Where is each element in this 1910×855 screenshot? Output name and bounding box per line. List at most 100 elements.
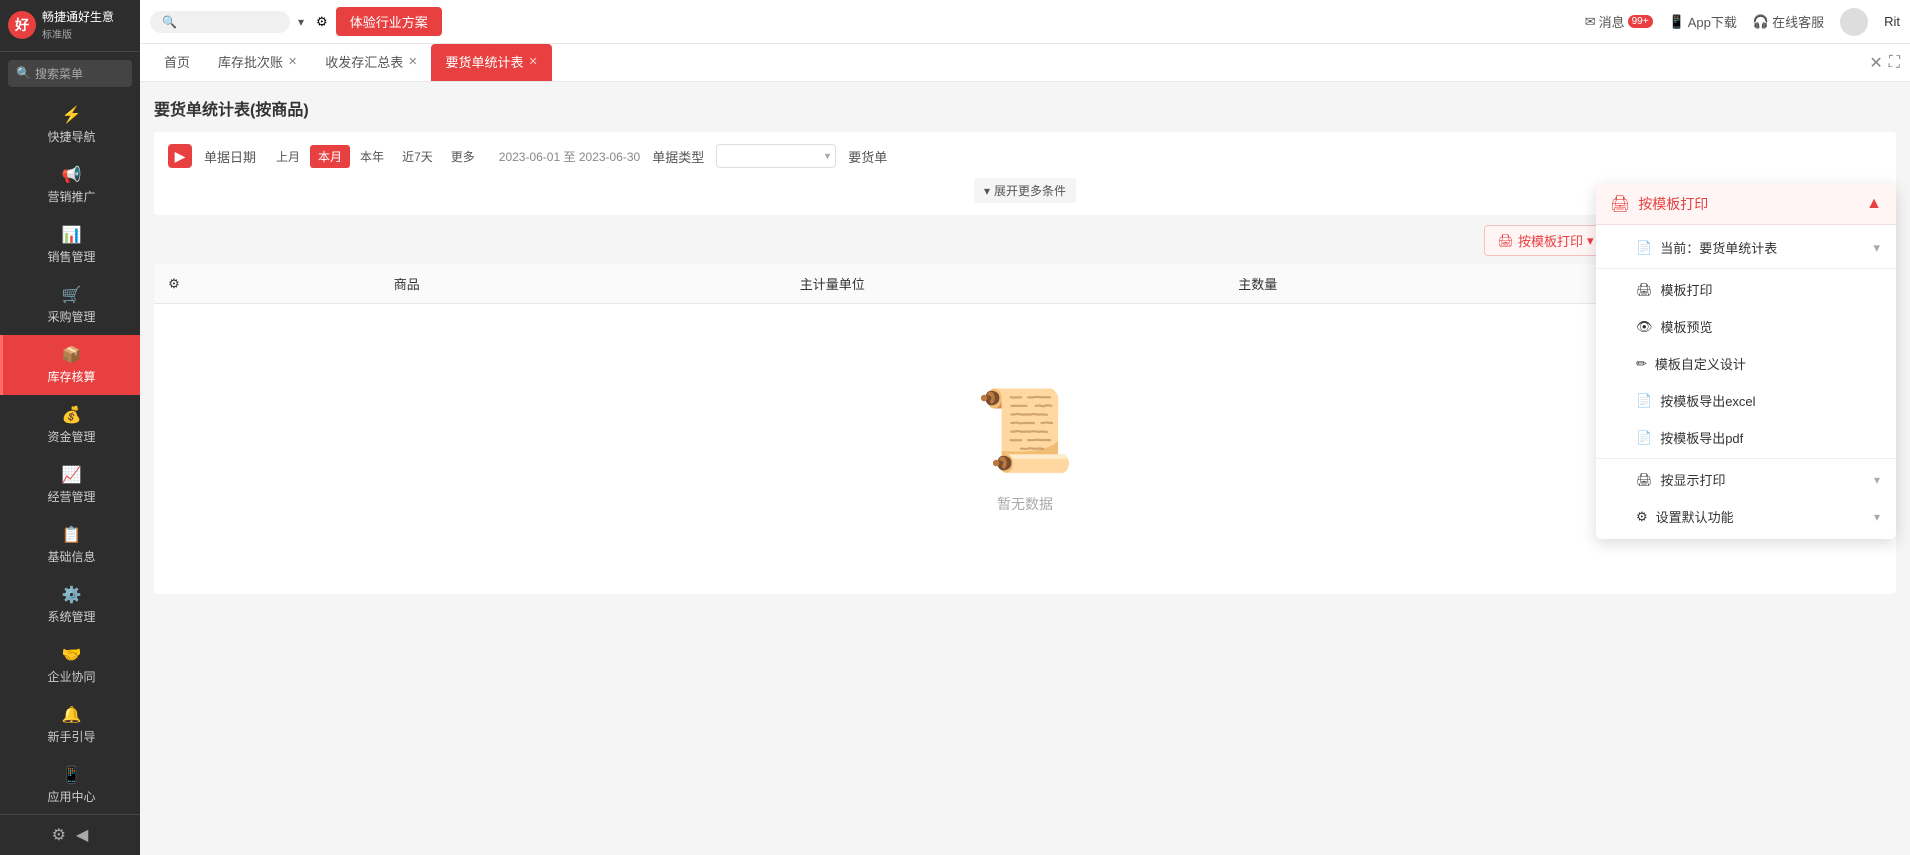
dropdown-item-left: 📄 按模板导出pdf [1636, 428, 1743, 447]
page-content: 要货单统计表(按商品) ▶ 单据日期 上月 本月 本年 近7天 更多 2023-… [140, 82, 1910, 855]
dropdown-item-left: 🖨 按显示打印 [1636, 470, 1726, 489]
messages-label: 消息 [1599, 12, 1625, 31]
sidebar-item-label: 资金管理 [47, 428, 95, 445]
export-excel-icon: 📄 [1636, 393, 1652, 409]
date-range-text: 2023-06-01 至 2023-06-30 [499, 148, 640, 165]
sidebar-item-cooperation[interactable]: 🤝 企业协同 [0, 635, 140, 695]
sidebar-item-new-guide[interactable]: 🔔 新手引导 [0, 695, 140, 755]
template-preview-icon: 👁 [1636, 319, 1653, 335]
avatar[interactable] [1840, 8, 1868, 36]
sidebar-item-marketing[interactable]: 📢 营销推广 [0, 155, 140, 215]
date-btn-more[interactable]: 更多 [443, 145, 483, 168]
trial-btn[interactable]: 体验行业方案 [336, 7, 442, 36]
current-template-label: 当前：要货单统计表 [1660, 238, 1777, 257]
sidebar-item-operations[interactable]: 📈 经营管理 [0, 455, 140, 515]
sidebar-search[interactable]: 🔍 搜索菜单 [8, 60, 132, 87]
export-pdf-icon: 📄 [1636, 430, 1652, 446]
sidebar-item-quick-nav[interactable]: ⚡ 快捷导航 [0, 95, 140, 155]
sidebar-item-purchase[interactable]: 🛒 采购管理 [0, 275, 140, 335]
dropdown-item-export-pdf[interactable]: 📄 按模板导出pdf [1596, 419, 1896, 456]
sidebar-item-system[interactable]: ⚙️ 系统管理 [0, 575, 140, 635]
set-default-icon: ⚙ [1636, 509, 1648, 525]
display-print-arrow: ▾ [1874, 473, 1880, 487]
tab-inventory-batch-close[interactable]: ✕ [288, 55, 297, 68]
filter-row: ▶ 单据日期 上月 本月 本年 近7天 更多 2023-06-01 至 2023… [168, 144, 1882, 168]
collapse-icon[interactable]: ◀ [76, 825, 88, 845]
sidebar: 好 畅捷通好生意 标准版 🔍 搜索菜单 ⚡ 快捷导航 📢 营销推广 📊 销售管理… [0, 0, 140, 855]
empty-text: 暂无数据 [997, 494, 1053, 514]
basic-info-icon: 📋 [62, 525, 82, 545]
tab-receipts-summary-close[interactable]: ✕ [408, 55, 417, 68]
display-print-icon: 🖨 [1636, 472, 1653, 488]
expand-more-label: 展开更多条件 [994, 182, 1066, 199]
template-preview-label: 模板预览 [1661, 317, 1713, 336]
sidebar-item-finance[interactable]: 💰 资金管理 [0, 395, 140, 455]
dropdown-item-display-print[interactable]: 🖨 按显示打印 ▾ [1596, 461, 1896, 498]
expand-more-btn[interactable]: ▾ 展开更多条件 [974, 178, 1076, 203]
empty-illustration: 📜 [975, 384, 1075, 478]
th-settings-icon[interactable]: ⚙ [154, 276, 194, 292]
type-select-wrap [716, 144, 836, 168]
dropdown-item-left: ⚙ 设置默认功能 [1636, 507, 1734, 526]
app-download-item[interactable]: 📱 App下载 [1669, 12, 1737, 31]
date-btn-this-month[interactable]: 本月 [310, 145, 350, 168]
date-btn-7days[interactable]: 近7天 [394, 145, 441, 168]
tab-order-stats-close[interactable]: ✕ [529, 55, 538, 68]
tab-receipts-summary[interactable]: 收发存汇总表 ✕ [311, 44, 431, 81]
settings-icon[interactable]: ⚙ [52, 825, 66, 845]
type-filter-label: 单据类型 [652, 147, 704, 166]
dropdown-item-template-print[interactable]: 🖨 模板打印 [1596, 271, 1896, 308]
sidebar-item-label: 系统管理 [47, 608, 95, 625]
logo-icon: 好 [8, 11, 36, 39]
print-btn[interactable]: 🖨 按模板打印 ▾ [1484, 225, 1606, 256]
divider-1 [1596, 268, 1896, 269]
type-select[interactable] [716, 144, 836, 168]
sidebar-item-inventory[interactable]: 📦 库存核算 [0, 335, 140, 395]
dropdown-print-icon: 🖨 [1610, 194, 1630, 214]
sidebar-item-label: 采购管理 [47, 308, 95, 325]
messages-icon: ✉ [1585, 14, 1596, 30]
tab-window-controls: ✕ ⛶ [1869, 53, 1900, 73]
online-service-item[interactable]: 🎧 在线客服 [1753, 12, 1824, 31]
purchase-icon: 🛒 [62, 285, 82, 305]
logo-text-block: 畅捷通好生意 标准版 [42, 10, 114, 41]
system-icon: ⚙️ [62, 585, 82, 605]
app-center-icon: 📱 [62, 765, 82, 785]
print-dropdown: 🖨 按模板打印 ▲ 📄 当前：要货单统计表 ▾ 🖨 模板打印 [1596, 184, 1896, 539]
tab-inventory-batch[interactable]: 库存批次账 ✕ [204, 44, 311, 81]
topbar-dropdown[interactable]: ▾ [298, 15, 304, 29]
main-content: 🔍 ▾ ⚙ 体验行业方案 ✉ 消息 99+ 📱 App下载 🎧 在线客服 Rit [140, 0, 1910, 855]
dropdown-item-export-excel[interactable]: 📄 按模板导出excel [1596, 382, 1896, 419]
window-close-btn[interactable]: ✕ [1869, 53, 1882, 73]
topbar: 🔍 ▾ ⚙ 体验行业方案 ✉ 消息 99+ 📱 App下载 🎧 在线客服 Rit [140, 0, 1910, 44]
dropdown-current-item[interactable]: 📄 当前：要货单统计表 ▾ [1596, 229, 1896, 266]
template-print-icon: 🖨 [1636, 282, 1653, 298]
sidebar-item-app-center[interactable]: 📱 应用中心 [0, 755, 140, 814]
category-label: 要货单 [848, 147, 887, 166]
sidebar-item-sales[interactable]: 📊 销售管理 [0, 215, 140, 275]
messages-item[interactable]: ✉ 消息 99+ [1585, 12, 1653, 31]
tab-order-stats[interactable]: 要货单统计表 ✕ [431, 44, 551, 81]
gear-icon[interactable]: ⚙ [316, 14, 328, 30]
set-default-arrow: ▾ [1874, 510, 1880, 524]
tab-home[interactable]: 首页 [150, 44, 204, 81]
topbar-search-box: 🔍 [150, 11, 290, 33]
sidebar-item-basic-info[interactable]: 📋 基础信息 [0, 515, 140, 575]
template-print-label: 模板打印 [1661, 280, 1713, 299]
tabs-bar: 首页 库存批次账 ✕ 收发存汇总表 ✕ 要货单统计表 ✕ ✕ ⛶ [140, 44, 1910, 82]
template-custom-label: 模板自定义设计 [1655, 354, 1746, 373]
date-options-group: 上月 本月 本年 近7天 更多 [268, 145, 483, 168]
date-btn-last-month[interactable]: 上月 [268, 145, 308, 168]
tab-inventory-batch-label: 库存批次账 [218, 52, 283, 71]
dropdown-header: 🖨 按模板打印 ▲ [1596, 184, 1896, 225]
dropdown-item-template-preview[interactable]: 👁 模板预览 [1596, 308, 1896, 345]
date-btn-this-year[interactable]: 本年 [352, 145, 392, 168]
th-unit: 主计量单位 [620, 274, 1046, 293]
quick-nav-icon: ⚡ [62, 105, 82, 125]
dropdown-item-set-default[interactable]: ⚙ 设置默认功能 ▾ [1596, 498, 1896, 535]
window-maximize-btn[interactable]: ⛶ [1889, 54, 1900, 72]
online-service-label: 在线客服 [1772, 12, 1824, 31]
dropdown-collapse-btn[interactable]: ▲ [1866, 195, 1882, 213]
filter-expand-btn[interactable]: ▶ [168, 144, 192, 168]
dropdown-item-template-custom[interactable]: ✏ 模板自定义设计 [1596, 345, 1896, 382]
